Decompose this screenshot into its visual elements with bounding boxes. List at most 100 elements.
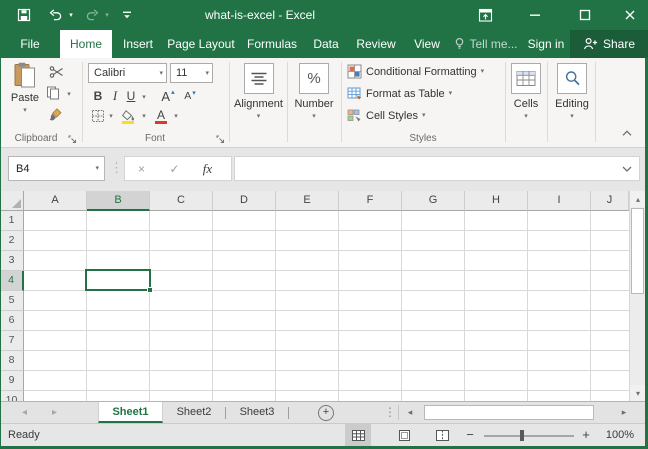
scroll-right-button[interactable]: ▸ xyxy=(616,402,632,423)
row-header-4-selected[interactable]: 4 xyxy=(0,271,24,291)
column-header-j[interactable]: J xyxy=(591,191,629,211)
column-header-h[interactable]: H xyxy=(465,191,528,211)
sign-in-button[interactable]: Sign in xyxy=(522,30,570,58)
font-family-combo[interactable]: Calibri ▾ xyxy=(88,63,167,83)
row-header-8[interactable]: 8 xyxy=(0,351,24,371)
name-box[interactable]: B4 ▾ xyxy=(8,156,105,181)
borders-dropdown[interactable]: ▾ xyxy=(106,111,116,121)
column-header-g[interactable]: G xyxy=(402,191,465,211)
row-header-3[interactable]: 3 xyxy=(0,251,24,271)
zoom-slider-track[interactable] xyxy=(484,435,574,437)
selected-cell-b4[interactable] xyxy=(85,269,153,293)
clipboard-dialog-launcher[interactable] xyxy=(68,135,78,145)
vertical-scrollbar-thumb[interactable] xyxy=(631,208,644,294)
redo-button[interactable] xyxy=(82,0,102,30)
increase-font-size-button[interactable]: A ▴ xyxy=(158,87,178,105)
row-header-1[interactable]: 1 xyxy=(0,211,24,231)
column-header-a[interactable]: A xyxy=(24,191,87,211)
column-header-b-selected[interactable]: B xyxy=(87,191,150,211)
column-header-d[interactable]: D xyxy=(213,191,276,211)
underline-dropdown[interactable]: ▾ xyxy=(139,92,149,102)
tab-formulas[interactable]: Formulas xyxy=(240,30,304,58)
column-header-c[interactable]: C xyxy=(150,191,213,211)
borders-button[interactable] xyxy=(90,108,105,124)
vertical-scrollbar[interactable]: ▴ ▾ xyxy=(629,191,646,401)
formula-input[interactable] xyxy=(234,156,640,181)
save-button[interactable] xyxy=(12,0,36,30)
row-header-9[interactable]: 9 xyxy=(0,371,24,391)
sheet-tab-sheet1[interactable]: Sheet1 xyxy=(98,402,163,423)
share-button[interactable]: Share xyxy=(570,30,648,58)
new-sheet-button[interactable]: + xyxy=(318,405,334,421)
close-button[interactable] xyxy=(614,0,646,30)
scroll-up-button[interactable]: ▴ xyxy=(630,191,646,207)
paste-button[interactable]: Paste ▾ xyxy=(6,62,44,114)
bold-button[interactable]: B xyxy=(90,87,106,105)
select-all-button[interactable] xyxy=(0,191,24,211)
minimize-button[interactable] xyxy=(520,0,550,30)
row-header-10[interactable]: 10 xyxy=(0,391,24,401)
format-as-table-button[interactable]: Format as Table ▾ xyxy=(347,86,452,101)
scroll-down-button[interactable]: ▾ xyxy=(630,385,646,401)
tab-page-layout[interactable]: Page Layout xyxy=(162,30,240,58)
formula-bar-grip[interactable]: ⋮ xyxy=(110,157,123,179)
zoom-out-button[interactable]: − xyxy=(462,424,478,446)
conditional-formatting-button[interactable]: Conditional Formatting ▾ xyxy=(347,64,484,79)
sheet-bar-grip[interactable]: ⋮ xyxy=(384,402,396,423)
row-header-5[interactable]: 5 xyxy=(0,291,24,311)
row-header-6[interactable]: 6 xyxy=(0,311,24,331)
tab-review[interactable]: Review xyxy=(348,30,404,58)
decrease-font-size-button[interactable]: A ▾ xyxy=(181,87,199,105)
tab-file[interactable]: File xyxy=(8,30,52,58)
sheet-tab-sheet3[interactable]: Sheet3 xyxy=(228,402,286,423)
tab-data[interactable]: Data xyxy=(304,30,348,58)
ribbon-display-options-button[interactable] xyxy=(470,0,500,30)
column-header-i[interactable]: I xyxy=(528,191,591,211)
row-header-2[interactable]: 2 xyxy=(0,231,24,251)
italic-button[interactable]: I xyxy=(108,87,122,105)
column-header-e[interactable]: E xyxy=(276,191,339,211)
font-size-combo[interactable]: 11 ▾ xyxy=(170,63,213,83)
zoom-slider-thumb[interactable] xyxy=(520,430,524,441)
alignment-button[interactable]: Alignment ▾ xyxy=(230,63,287,120)
fill-handle[interactable] xyxy=(147,287,153,293)
sheet-tab-sheet2[interactable]: Sheet2 xyxy=(165,402,223,423)
format-painter-button[interactable] xyxy=(45,107,65,124)
enter-button[interactable]: ✓ xyxy=(158,162,191,176)
editing-button[interactable]: Editing ▾ xyxy=(551,63,593,120)
column-header-f[interactable]: F xyxy=(339,191,402,211)
copy-dropdown[interactable]: ▾ xyxy=(64,89,74,99)
cells-button[interactable]: Cells ▾ xyxy=(508,63,544,120)
font-color-dropdown[interactable]: ▾ xyxy=(171,111,181,121)
cancel-button[interactable]: × xyxy=(125,162,158,176)
cell-styles-button[interactable]: Cell Styles ▾ xyxy=(347,108,425,123)
undo-button[interactable] xyxy=(46,0,66,30)
tab-insert[interactable]: Insert xyxy=(114,30,162,58)
next-sheet-button[interactable]: ▸ xyxy=(52,402,57,423)
undo-dropdown[interactable]: ▾ xyxy=(66,0,76,30)
page-layout-view-button[interactable] xyxy=(391,424,417,446)
tab-view[interactable]: View xyxy=(404,30,450,58)
fill-color-dropdown[interactable]: ▾ xyxy=(139,111,149,121)
font-color-button[interactable]: A xyxy=(153,107,169,125)
font-dialog-launcher[interactable] xyxy=(216,135,226,145)
cut-button[interactable] xyxy=(46,64,68,80)
zoom-level[interactable]: 100% xyxy=(596,424,634,446)
maximize-button[interactable] xyxy=(570,0,600,30)
horizontal-scrollbar-thumb[interactable] xyxy=(424,405,594,420)
collapse-ribbon-button[interactable] xyxy=(616,126,638,140)
page-break-preview-button[interactable] xyxy=(429,424,455,446)
normal-view-button[interactable] xyxy=(345,424,371,446)
zoom-in-button[interactable]: + xyxy=(578,424,594,446)
fill-color-button[interactable] xyxy=(121,107,137,125)
tab-home[interactable]: Home xyxy=(60,30,112,58)
row-header-7[interactable]: 7 xyxy=(0,331,24,351)
cell-grid[interactable] xyxy=(24,211,629,401)
number-button[interactable]: % Number ▾ xyxy=(289,63,339,120)
scroll-left-button[interactable]: ◂ xyxy=(402,402,418,423)
underline-button[interactable]: U xyxy=(124,87,138,105)
previous-sheet-button[interactable]: ◂ xyxy=(22,402,27,423)
tell-me-box[interactable]: Tell me... xyxy=(450,30,522,58)
insert-function-button[interactable]: fx xyxy=(191,161,224,177)
copy-button[interactable] xyxy=(44,85,62,101)
